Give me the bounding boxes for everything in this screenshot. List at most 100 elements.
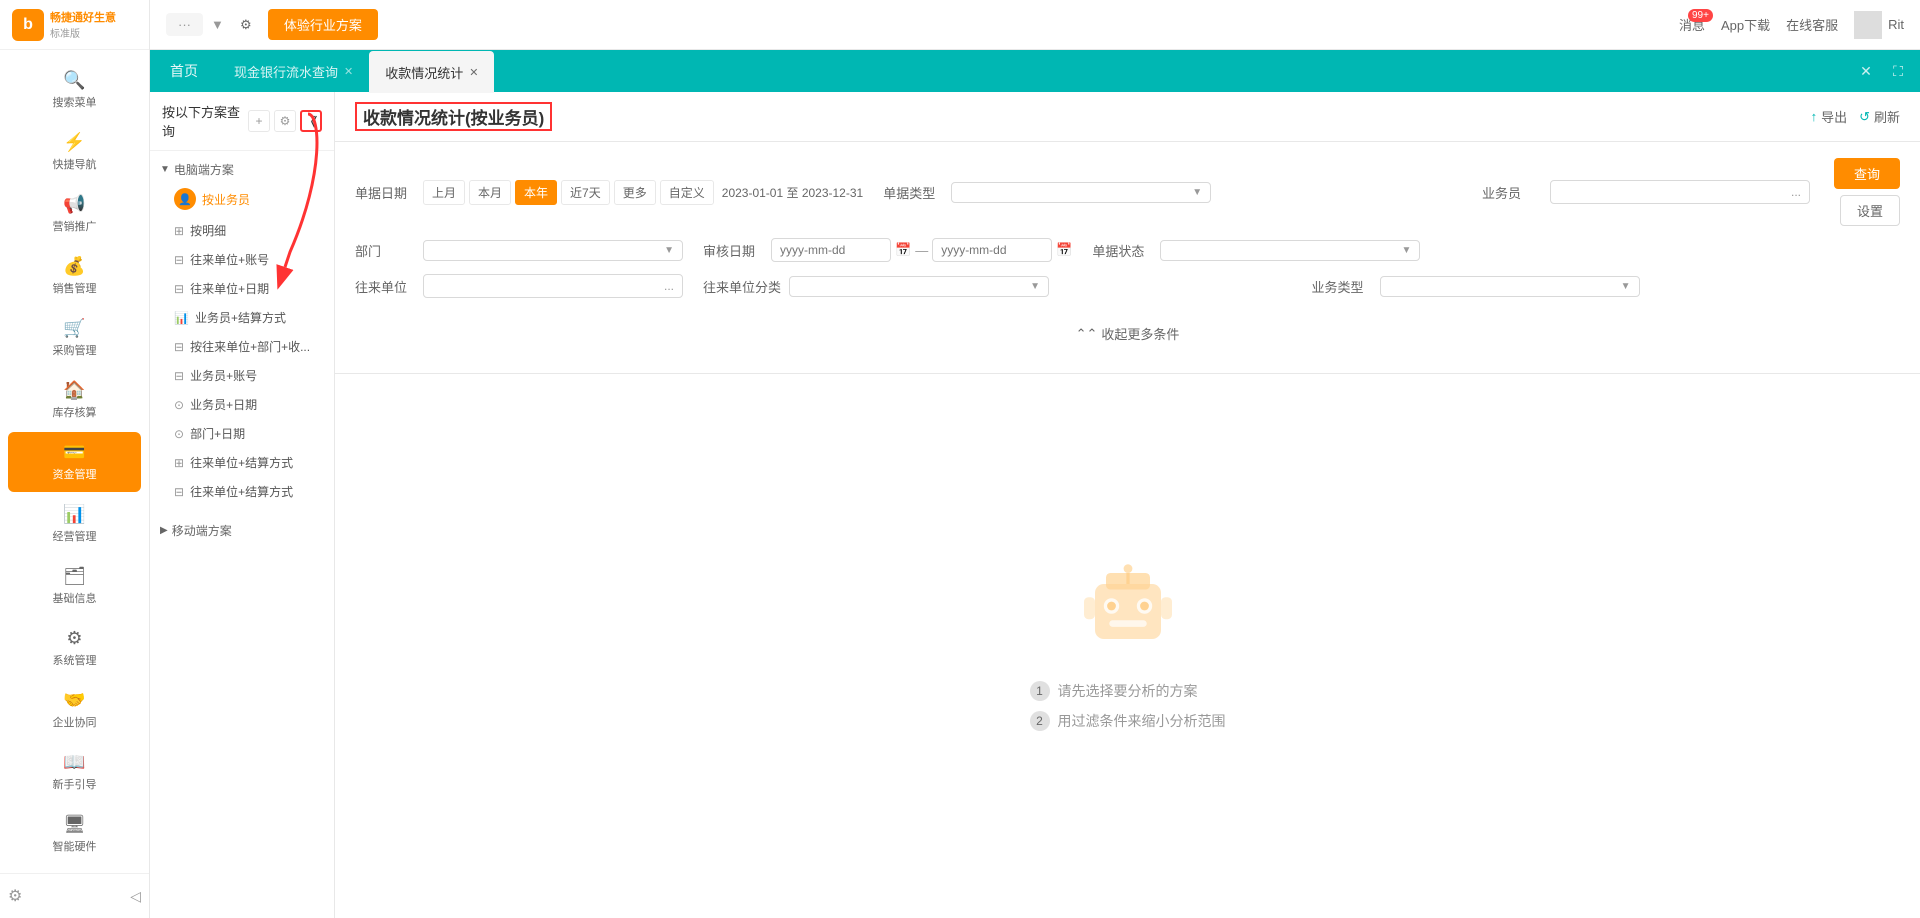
scheme-item-counterpart-settle1[interactable]: ⊞ 往来单位+结算方式 (150, 448, 334, 477)
tab-close-all-icon[interactable]: ✕ (1852, 57, 1880, 85)
scheme-item-counterpart-settle2[interactable]: ⊟ 往来单位+结算方式 (150, 477, 334, 506)
audit-date-inputs: 📅 — 📅 (771, 238, 1072, 262)
scheme-settings-button[interactable]: ⚙ (274, 110, 296, 132)
audit-date-label: 审核日期 (703, 241, 763, 260)
biz-type-select[interactable]: ▼ (1380, 276, 1640, 297)
search-icon: 🔍 (63, 70, 85, 91)
page-title-bar: 收款情况统计(按业务员) ↑ 导出 ↺ 刷新 (335, 92, 1920, 142)
date-btn-custom[interactable]: 自定义 (660, 180, 714, 205)
tab-bank-flow-close[interactable]: ✕ (344, 65, 353, 78)
scheme-section-title-mobile[interactable]: ▶ 移动端方案 (150, 518, 334, 543)
scheme-item-staff-settle[interactable]: 📊 业务员+结算方式 (150, 303, 334, 332)
footer-settings-icon[interactable]: ⚙ (8, 886, 22, 906)
sidebar-item-system[interactable]: ⚙ 系统管理 (8, 618, 141, 678)
counterpart-input[interactable]: ... (423, 274, 683, 298)
trial-button[interactable]: 体验行业方案 (268, 9, 378, 40)
sidebar-item-search[interactable]: 🔍 搜索菜单 (8, 60, 141, 120)
sidebar-item-enterprise[interactable]: 🤝 企业协同 (8, 680, 141, 740)
query-button[interactable]: 查询 (1834, 158, 1900, 189)
page-title-actions: ↑ 导出 ↺ 刷新 (1811, 107, 1900, 126)
scheme-section-mobile: ▶ 移动端方案 (150, 512, 334, 549)
counterpart-type-select[interactable]: ▼ (789, 276, 1049, 297)
date-btn-more[interactable]: 更多 (614, 180, 656, 205)
date-btn-last-month[interactable]: 上月 (423, 180, 465, 205)
sidebar-item-operation[interactable]: 📊 经营管理 (8, 494, 141, 554)
sidebar-item-basic[interactable]: 🗂 基础信息 (8, 556, 141, 616)
logo-text: 畅捷通好生意 标准版 (50, 9, 116, 40)
scheme-item-dept-date[interactable]: ⊙ 部门+日期 (150, 419, 334, 448)
scheme-item-counterpart-dept-collect[interactable]: ⊟ 按往来单位+部门+收... (150, 332, 334, 361)
settings-button[interactable]: 设置 (1840, 195, 1900, 226)
audit-date-start-input[interactable] (771, 238, 891, 262)
audit-date-end-input[interactable] (932, 238, 1052, 262)
system-label: 系统管理 (53, 652, 97, 668)
sidebar-item-marketing[interactable]: 📢 营销推广 (8, 184, 141, 244)
sidebar-item-hardware[interactable]: 🖥 智能硬件 (8, 804, 141, 864)
scheme-item-by-staff[interactable]: 👤 按业务员 (150, 182, 334, 216)
collapse-icon: ⌃⌃ (1076, 326, 1098, 342)
online-service-link[interactable]: 在线客服 (1786, 15, 1838, 34)
marketing-icon: 📢 (63, 194, 85, 215)
doc-status-select[interactable]: ▼ (1160, 240, 1420, 261)
sidebar-item-finance[interactable]: 💳 资金管理 (8, 432, 141, 492)
sidebar-item-guide[interactable]: 📖 新手引导 (8, 742, 141, 802)
date-btn-this-year[interactable]: 本年 (515, 180, 557, 205)
tab-bank-flow[interactable]: 现金银行流水查询 ✕ (218, 50, 369, 92)
scheme-section-title-desktop[interactable]: ▼ 电脑端方案 (150, 157, 334, 182)
tab-collection-stats-close[interactable]: ✕ (469, 66, 478, 79)
tab-home[interactable]: 首页 (150, 50, 218, 92)
operation-icon: 📊 (63, 504, 85, 525)
scheme-item-by-detail[interactable]: ⊞ 按明细 (150, 216, 334, 245)
date-btn-this-month[interactable]: 本月 (469, 180, 511, 205)
doc-type-select[interactable]: ▼ (951, 182, 1211, 203)
tab-expand-icon[interactable]: ⛶ (1884, 57, 1912, 85)
empty-state: 1 请先选择要分析的方案 2 用过滤条件来缩小分析范围 (335, 374, 1920, 918)
staff-group: 业务员 ... (1482, 180, 1810, 204)
scheme-add-button[interactable]: + (248, 110, 270, 132)
sidebar-item-wechat[interactable]: 💬 企业微信 (8, 866, 141, 873)
scheme-panel: 按以下方案查询 + ⚙ 《 ▼ 电脑端方案 👤 按业务员 ⊞ 按明细 (150, 92, 335, 918)
refresh-button[interactable]: ↺ 刷新 (1859, 107, 1900, 126)
operation-label: 经营管理 (53, 528, 97, 544)
scheme-item-counterpart-date[interactable]: ⊟ 往来单位+日期 (150, 274, 334, 303)
scheme-header: 按以下方案查询 + ⚙ 《 (150, 92, 334, 151)
collapse-bar: ⌃⌃ 收起更多条件 (355, 310, 1900, 357)
query-area: 收款情况统计(按业务员) ↑ 导出 ↺ 刷新 (335, 92, 1920, 918)
sidebar-item-purchase[interactable]: 🛒 采购管理 (8, 308, 141, 368)
condition-row-2: 部门 ▼ 审核日期 📅 — (355, 238, 1900, 262)
staff-more-btn[interactable]: ... (1791, 185, 1801, 199)
condition-row-3: 往来单位 ... 往来单位分类 ▼ (355, 274, 1900, 298)
scheme-collapse-button[interactable]: 《 (300, 110, 322, 132)
scheme-item-staff-date[interactable]: ⊙ 业务员+日期 (150, 390, 334, 419)
refresh-icon: ↺ (1859, 109, 1870, 125)
counterpart-more-btn[interactable]: ... (664, 279, 674, 293)
audit-date-start-calendar[interactable]: 📅 (895, 242, 911, 258)
export-button[interactable]: ↑ 导出 (1811, 107, 1848, 126)
purchase-label: 采购管理 (53, 342, 97, 358)
collapse-button[interactable]: ⌃⌃ 收起更多条件 (1070, 318, 1186, 349)
message-icon[interactable]: 消息 99+ (1679, 15, 1705, 34)
counterpart-settle1-icon: ⊞ (174, 456, 184, 470)
tab-collection-stats[interactable]: 收款情况统计 ✕ (369, 51, 494, 93)
sidebar-item-inventory[interactable]: 🏠 库存核算 (8, 370, 141, 430)
scheme-item-staff-account[interactable]: ⊟ 业务员+账号 (150, 361, 334, 390)
doc-type-label: 单据类型 (883, 183, 943, 202)
sidebar-item-sales[interactable]: 💰 销售管理 (8, 246, 141, 306)
date-selector: 上月 本月 本年 近7天 更多 自定义 2023-01-01 至 2023-12… (423, 180, 863, 205)
by-staff-icon: 👤 (174, 188, 196, 210)
footer-collapse-icon[interactable]: ◁ (130, 888, 141, 905)
date-btn-7days[interactable]: 近7天 (561, 180, 610, 205)
scheme-item-counterpart-account[interactable]: ⊟ 往来单位+账号 (150, 245, 334, 274)
audit-date-end-calendar[interactable]: 📅 (1056, 242, 1072, 258)
page-body: 按以下方案查询 + ⚙ 《 ▼ 电脑端方案 👤 按业务员 ⊞ 按明细 (150, 92, 1920, 918)
staff-input[interactable]: ... (1550, 180, 1810, 204)
header-settings-icon[interactable]: ⚙ (232, 11, 260, 39)
sidebar-nav: 🔍 搜索菜单 ⚡ 快捷导航 📢 营销推广 💰 销售管理 🛒 采购管理 🏠 库存核… (0, 50, 149, 873)
app-download-link[interactable]: App下载 (1721, 15, 1770, 34)
sidebar-item-quick-nav[interactable]: ⚡ 快捷导航 (8, 122, 141, 182)
user-avatar[interactable]: Rit (1854, 11, 1904, 39)
basic-label: 基础信息 (53, 590, 97, 606)
dept-select[interactable]: ▼ (423, 240, 683, 261)
hardware-icon: 🖥 (63, 814, 86, 835)
header-dropdown-icon[interactable]: ▼ (211, 17, 224, 32)
